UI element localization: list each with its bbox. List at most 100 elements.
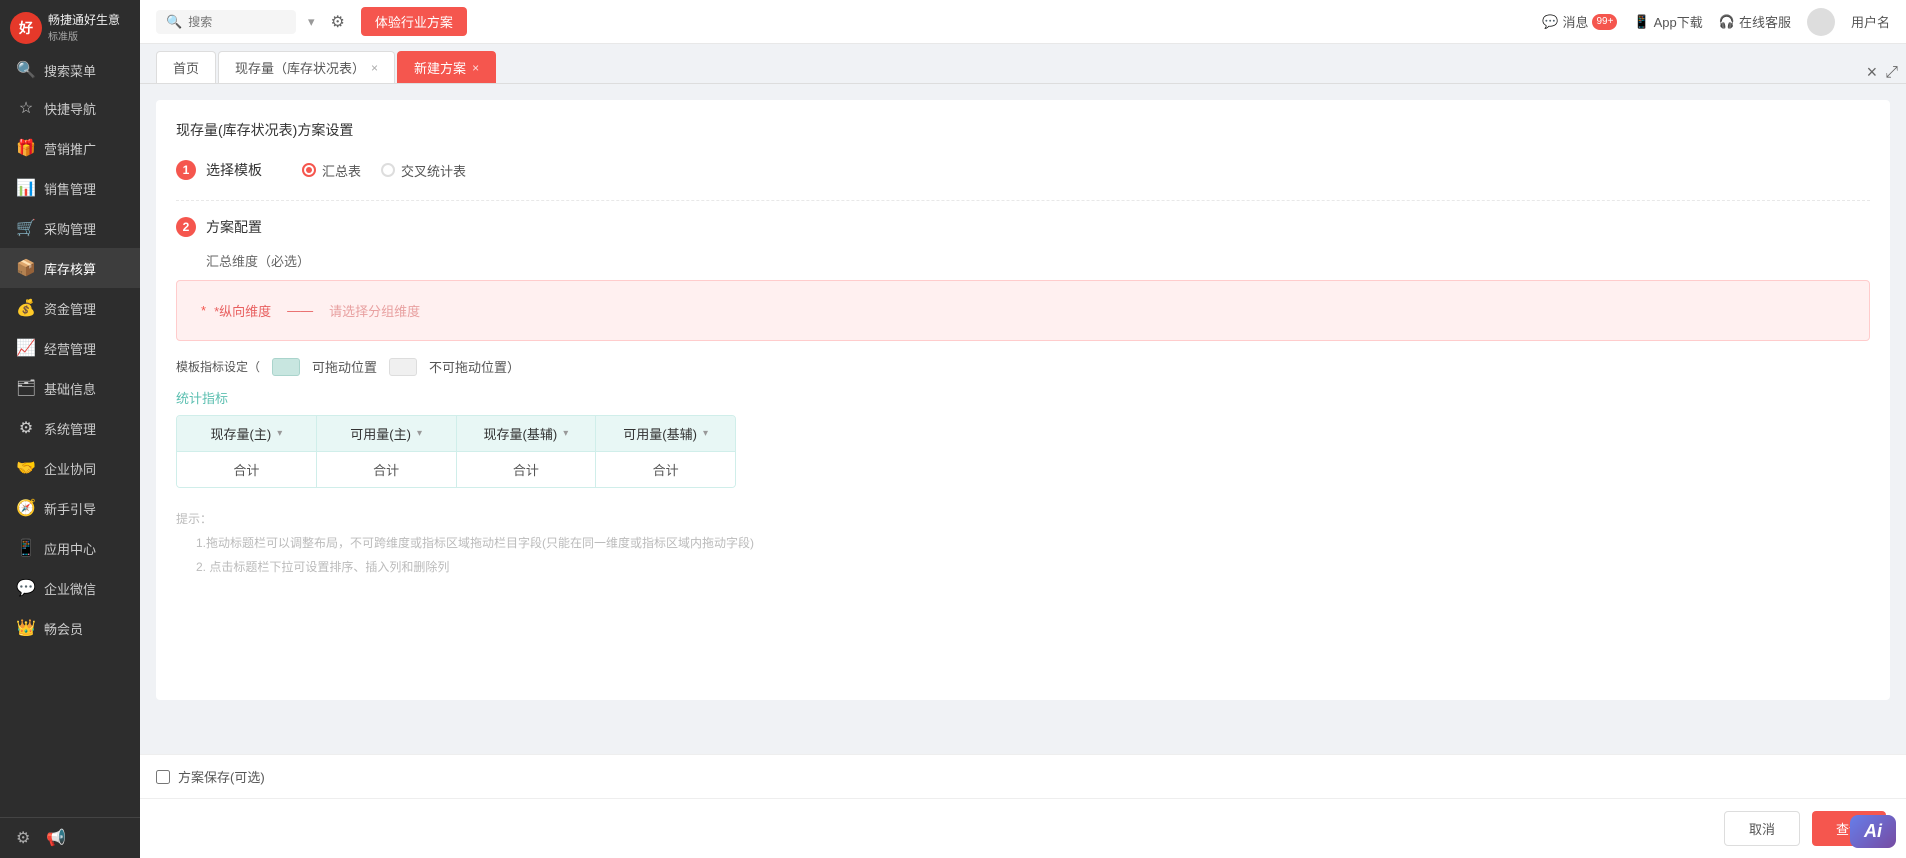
vertical-dim-box: * *纵向维度 —— 请选择分组维度 <box>176 280 1870 341</box>
box-icon: 📦 <box>16 258 36 278</box>
tab-inventory[interactable]: 现存量（库存状况表） × <box>218 51 395 83</box>
save-label: 方案保存(可选) <box>178 767 265 786</box>
dim-placeholder[interactable]: 请选择分组维度 <box>329 301 420 320</box>
section2-header: 2 方案配置 <box>176 217 1870 237</box>
tabbar-expand-icon[interactable]: ⤢ <box>1885 64 1898 82</box>
sidebar-item-label: 新手引导 <box>44 499 96 518</box>
phone-icon: 📱 <box>16 538 36 558</box>
tab-new-plan-close[interactable]: × <box>472 61 479 75</box>
stats-section: 统计指标 现存量(主) ▾ 可用量(主) ▾ <box>176 388 1870 491</box>
col-3-label: 可用量(基辅) <box>623 424 697 443</box>
dim-dash: —— <box>287 303 313 318</box>
vertical-dim-label: *纵向维度 <box>214 301 271 320</box>
not-draggable-indicator-box <box>389 358 417 376</box>
stats-table: 现存量(主) ▾ 可用量(主) ▾ 现存量(基辅) ▾ <box>176 415 736 488</box>
sidebar-item-inventory[interactable]: 📦 库存核算 <box>0 248 140 288</box>
sidebar-item-label: 企业协同 <box>44 459 96 478</box>
radio-summary[interactable] <box>302 163 316 177</box>
sidebar-item-label: 系统管理 <box>44 419 96 438</box>
industry-plan-button[interactable]: 体验行业方案 <box>361 7 467 36</box>
col-1-chevron[interactable]: ▾ <box>417 428 422 439</box>
sidebar-item-search[interactable]: 🔍 搜索菜单 <box>0 52 140 88</box>
sidebar-item-label: 快捷导航 <box>44 99 96 118</box>
sidebar-item-apps[interactable]: 📱 应用中心 <box>0 528 140 568</box>
message-button[interactable]: 💬 消息 99+ <box>1542 12 1617 31</box>
sidebar-item-corp[interactable]: 🤝 企业协同 <box>0 448 140 488</box>
sidebar-item-label: 销售管理 <box>44 179 96 198</box>
radio-summary-inner <box>306 167 312 173</box>
sidebar-item-label: 搜索菜单 <box>44 61 96 80</box>
sidebar-item-finance[interactable]: 💰 资金管理 <box>0 288 140 328</box>
page-title: 现存量(库存状况表)方案设置 <box>176 120 1870 140</box>
caret-down-icon[interactable]: ▾ <box>308 14 315 30</box>
content-wrapper: 现存量(库存状况表)方案设置 1 选择模板 汇总表 <box>140 84 1906 858</box>
crown-icon: 👑 <box>16 618 36 638</box>
draggable-indicator-box <box>272 358 300 376</box>
tabbar-close-icon[interactable]: × <box>1867 62 1878 83</box>
ai-badge[interactable]: Ai <box>1850 815 1896 848</box>
summary-dim-label: 汇总维度（必选） <box>206 251 1870 270</box>
online-service-button[interactable]: 🎧 在线客服 <box>1719 12 1791 31</box>
section2-num: 2 <box>176 217 196 237</box>
sidebar-item-sales[interactable]: 📊 销售管理 <box>0 168 140 208</box>
template-option-cross[interactable]: 交叉统计表 <box>381 161 466 180</box>
gear-icon[interactable]: ⚙ <box>331 12 345 32</box>
sidebar-item-member[interactable]: 👑 畅会员 <box>0 608 140 648</box>
sidebar-item-wechat[interactable]: 💬 企业微信 <box>0 568 140 608</box>
sidebar-item-label: 经营管理 <box>44 339 96 358</box>
template-option-summary[interactable]: 汇总表 <box>302 161 361 180</box>
app-download-button[interactable]: 📱 App下载 <box>1633 12 1702 31</box>
indicator-row: 模板指标设定（ 可拖动位置 不可拖动位置） <box>176 357 1870 376</box>
radio-cross[interactable] <box>381 163 395 177</box>
tip-item-1: 2. 点击标题栏下拉可设置排序、插入列和删除列 <box>176 555 1870 579</box>
tab-home[interactable]: 首页 <box>156 51 216 83</box>
required-asterisk: * <box>201 303 206 318</box>
sidebar-item-marketing[interactable]: 🎁 营销推广 <box>0 128 140 168</box>
username-label[interactable]: 用户名 <box>1851 12 1890 31</box>
message-label: 消息 <box>1562 12 1588 31</box>
stats-body-row-0: 合计 合计 合计 合计 <box>177 451 735 487</box>
tab-new-plan-label: 新建方案 <box>414 58 466 77</box>
tab-inventory-close[interactable]: × <box>371 61 378 75</box>
tip-item-0: 1.拖动标题栏可以调整布局，不可跨维度或指标区域拖动栏目字段(只能在同一维度或指… <box>176 531 1870 555</box>
app-version: 标准版 <box>48 28 120 43</box>
tabbar-right: × ⤢ <box>1867 62 1906 83</box>
main-area: 🔍 ▾ ⚙ 体验行业方案 💬 消息 99+ 📱 App下载 🎧 在线客服 用户名 <box>140 0 1906 858</box>
col-1-label: 可用量(主) <box>350 424 411 443</box>
sidebar-item-business[interactable]: 📈 经营管理 <box>0 328 140 368</box>
col-3-chevron[interactable]: ▾ <box>703 428 708 439</box>
app-name: 畅捷通好生意 <box>48 13 120 29</box>
sidebar-item-label: 畅会员 <box>44 619 83 638</box>
topbar-search-box[interactable]: 🔍 <box>156 10 296 34</box>
section1-header: 1 选择模板 汇总表 交叉统计表 <box>176 160 1870 180</box>
col-2-chevron[interactable]: ▾ <box>563 428 568 439</box>
sidebar-item-shortcut[interactable]: ☆ 快捷导航 <box>0 88 140 128</box>
search-input[interactable] <box>188 15 278 29</box>
content-area: 现存量(库存状况表)方案设置 1 选择模板 汇总表 <box>140 84 1906 754</box>
col-0-label: 现存量(主) <box>211 424 272 443</box>
col-0-chevron[interactable]: ▾ <box>277 428 282 439</box>
settings-icon[interactable]: ⚙ <box>16 828 30 848</box>
sidebar-item-system[interactable]: ⚙ 系统管理 <box>0 408 140 448</box>
sidebar-item-purchase[interactable]: 🛒 采购管理 <box>0 208 140 248</box>
save-checkbox[interactable] <box>156 770 170 784</box>
speaker-icon[interactable]: 📢 <box>46 828 66 848</box>
compass-icon: 🧭 <box>16 498 36 518</box>
not-draggable-label: 不可拖动位置） <box>429 357 520 376</box>
sidebar-item-label: 库存核算 <box>44 259 96 278</box>
gift-icon: 🎁 <box>16 138 36 158</box>
body-cell-0-0: 合计 <box>177 452 317 487</box>
section2-title: 方案配置 <box>206 217 262 237</box>
money-icon: 💰 <box>16 298 36 318</box>
tab-new-plan[interactable]: 新建方案 × <box>397 51 496 83</box>
message-icon: 💬 <box>1542 14 1558 30</box>
headset-icon: 🎧 <box>1719 14 1735 30</box>
sidebar-item-label: 应用中心 <box>44 539 96 558</box>
tab-home-label: 首页 <box>173 58 199 77</box>
section1-num: 1 <box>176 160 196 180</box>
sidebar-item-base[interactable]: 🗂 基础信息 <box>0 368 140 408</box>
user-avatar[interactable] <box>1807 8 1835 36</box>
sidebar-item-label: 营销推广 <box>44 139 96 158</box>
cancel-button[interactable]: 取消 <box>1724 811 1800 846</box>
sidebar-item-guide[interactable]: 🧭 新手引导 <box>0 488 140 528</box>
